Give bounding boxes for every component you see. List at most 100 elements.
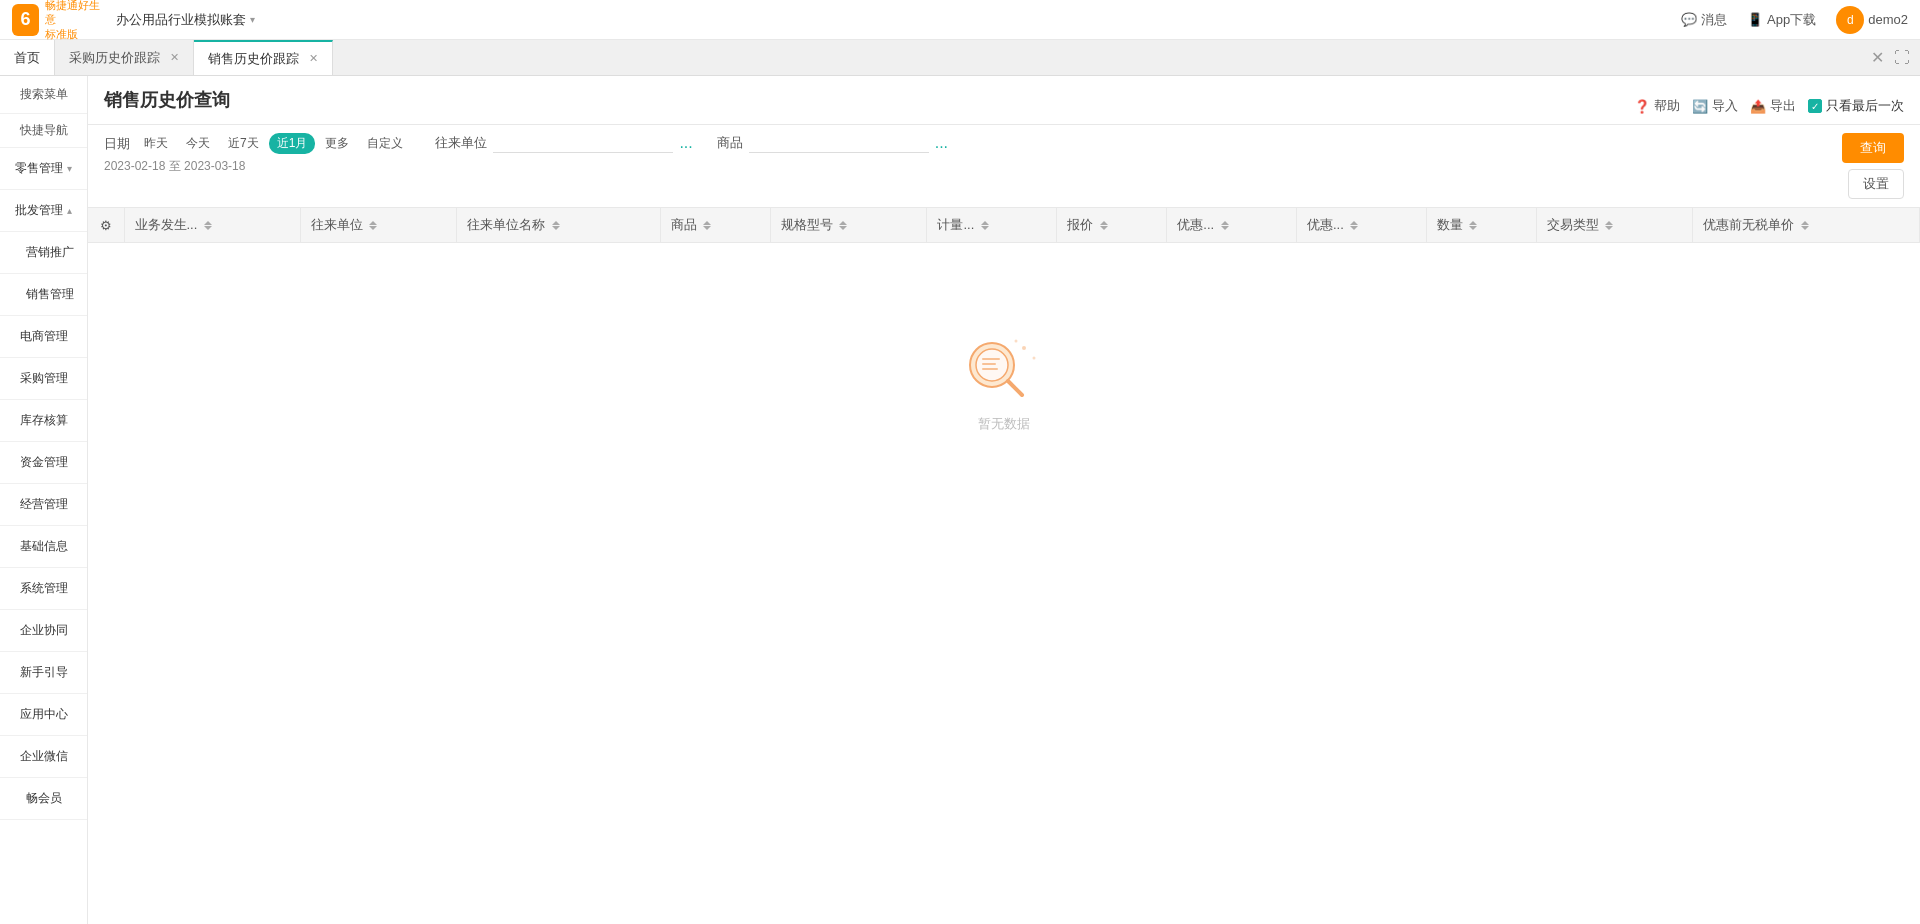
sidebar-item-operations[interactable]: 经营管理 [0, 484, 87, 526]
svg-rect-4 [982, 363, 996, 365]
date-btn-today[interactable]: 今天 [178, 133, 218, 154]
sidebar-item-ecommerce[interactable]: 电商管理 [0, 316, 87, 358]
th-discount1[interactable]: 优惠... [1167, 208, 1297, 243]
chevron-down-icon: ▾ [250, 14, 255, 25]
sort-icon [1100, 221, 1108, 230]
th-gear[interactable]: ⚙ [88, 208, 124, 243]
th-quote[interactable]: 报价 [1057, 208, 1167, 243]
export-btn[interactable]: 📤 导出 [1750, 97, 1796, 115]
date-btn-1month[interactable]: 近1月 [269, 133, 316, 154]
app-selector[interactable]: 办公用品行业模拟账套 ▾ [116, 11, 255, 29]
sidebar-item-inventory[interactable]: 库存核算 [0, 400, 87, 442]
svg-line-2 [1008, 381, 1022, 395]
tab-actions: ✕ ⛶ [1861, 40, 1920, 75]
sidebar-item-marketing[interactable]: 营销推广 [0, 232, 87, 274]
date-range-display: 2023-02-18 至 2023-03-18 [104, 158, 411, 175]
avatar: d [1836, 6, 1864, 34]
th-unit-name[interactable]: 往来单位名称 [457, 208, 660, 243]
sort-icon [839, 221, 847, 230]
user-menu[interactable]: d demo2 [1836, 6, 1908, 34]
maximize-icon[interactable]: ⛶ [1894, 49, 1910, 67]
sidebar-item-sales-mgmt[interactable]: 销售管理 [0, 274, 87, 316]
sort-icon [1605, 221, 1613, 230]
import-btn[interactable]: 🔄 导入 [1692, 97, 1738, 115]
close-tab-purchase[interactable]: ✕ [170, 51, 179, 64]
sort-icon [1350, 221, 1358, 230]
date-btn-yesterday[interactable]: 昨天 [136, 133, 176, 154]
date-buttons-row: 日期 昨天 今天 近7天 近1月 更多 自定义 [104, 133, 411, 154]
sidebar-item-member[interactable]: 畅会员 [0, 778, 87, 820]
page-title: 销售历史价查询 [104, 88, 230, 112]
close-tab-sales[interactable]: ✕ [309, 52, 318, 65]
query-button[interactable]: 查询 [1842, 133, 1904, 163]
tab-purchase-history[interactable]: 采购历史价跟踪 ✕ [55, 40, 194, 75]
sidebar-item-corp-wechat[interactable]: 企业微信 [0, 736, 87, 778]
goods-picker-btn[interactable]: ... [935, 134, 948, 152]
gear-icon: ⚙ [100, 218, 112, 233]
sidebar-item-app-center[interactable]: 应用中心 [0, 694, 87, 736]
sort-icon [1221, 221, 1229, 230]
close-window-icon[interactable]: ✕ [1871, 48, 1884, 67]
th-goods[interactable]: 商品 [660, 208, 770, 243]
table-container: ⚙ 业务发生... 往来单位 往来单位名称 [88, 208, 1920, 924]
sort-icon [369, 221, 377, 230]
tab-sales-history[interactable]: 销售历史价跟踪 ✕ [194, 40, 333, 75]
logo-area: 6 畅捷通好生意 标准版 [12, 0, 100, 41]
data-table: ⚙ 业务发生... 往来单位 往来单位名称 [88, 208, 1920, 243]
sidebar-item-enterprise[interactable]: 企业协同 [0, 610, 87, 652]
sidebar-search[interactable]: 搜索菜单 [0, 76, 87, 114]
message-icon: 💬 [1681, 12, 1697, 27]
svg-rect-5 [982, 368, 998, 370]
top-right: 💬 消息 📱 App下载 d demo2 [1681, 6, 1908, 34]
filter-inner: 日期 昨天 今天 近7天 近1月 更多 自定义 2023-02-18 至 202… [104, 133, 1818, 175]
th-unit-code[interactable]: 往来单位 [300, 208, 457, 243]
th-qty[interactable]: 数量 [1426, 208, 1536, 243]
date-btn-custom[interactable]: 自定义 [359, 133, 411, 154]
app-download-btn[interactable]: 📱 App下载 [1747, 11, 1816, 29]
help-btn[interactable]: ❓ 帮助 [1634, 97, 1680, 115]
only-last-checkbox[interactable]: 只看最后一次 [1808, 97, 1904, 115]
svg-point-6 [1022, 346, 1026, 350]
th-biz-date[interactable]: 业务发生... [124, 208, 300, 243]
goods-input[interactable] [749, 133, 929, 153]
empty-icon [954, 323, 1054, 403]
sidebar-item-purchase[interactable]: 采购管理 [0, 358, 87, 400]
unit-input[interactable] [493, 133, 673, 153]
help-icon: ❓ [1634, 99, 1650, 114]
date-btn-more[interactable]: 更多 [317, 133, 357, 154]
filter-row: 日期 昨天 今天 近7天 近1月 更多 自定义 2023-02-18 至 202… [88, 125, 1920, 208]
checkbox-icon [1808, 99, 1822, 113]
logo-icon: 6 [12, 4, 39, 36]
th-spec[interactable]: 规格型号 [770, 208, 927, 243]
page-tools: ❓ 帮助 🔄 导入 📤 导出 只看最后一次 [1634, 97, 1904, 115]
chevron-down-icon: ▾ [67, 163, 72, 174]
message-btn[interactable]: 💬 消息 [1681, 11, 1727, 29]
date-filter: 日期 昨天 今天 近7天 近1月 更多 自定义 2023-02-18 至 202… [104, 133, 411, 175]
th-trade-type[interactable]: 交易类型 [1536, 208, 1693, 243]
import-icon: 🔄 [1692, 99, 1708, 114]
th-unit-measure[interactable]: 计量... [927, 208, 1057, 243]
sort-icon [204, 221, 212, 230]
empty-state: 暂无数据 [88, 243, 1920, 513]
sidebar-item-finance[interactable]: 资金管理 [0, 442, 87, 484]
sidebar-item-wholesale[interactable]: 批发管理 ▴ [0, 190, 87, 232]
settings-button[interactable]: 设置 [1848, 169, 1904, 199]
sidebar-item-basic-info[interactable]: 基础信息 [0, 526, 87, 568]
unit-picker-btn[interactable]: ... [679, 134, 692, 152]
tab-spacer [333, 40, 1861, 75]
filter-actions: 查询 设置 [1842, 133, 1904, 199]
sidebar-item-system[interactable]: 系统管理 [0, 568, 87, 610]
sidebar: 搜索菜单 快捷导航 零售管理 ▾ 批发管理 ▴ 营销推广 销售管理 电商管理 采… [0, 76, 88, 924]
date-btn-7days[interactable]: 近7天 [220, 133, 267, 154]
th-discount2[interactable]: 优惠... [1296, 208, 1426, 243]
page-title-row: 销售历史价查询 ❓ 帮助 🔄 导入 📤 导出 [104, 88, 1904, 124]
sidebar-quick-nav[interactable]: 快捷导航 [0, 114, 87, 148]
th-pretax-price[interactable]: 优惠前无税单价 [1693, 208, 1920, 243]
tab-home[interactable]: 首页 [0, 40, 55, 75]
table-header-row: ⚙ 业务发生... 往来单位 往来单位名称 [88, 208, 1920, 243]
unit-filter: 往来单位 ... [435, 133, 692, 153]
svg-point-8 [1015, 340, 1018, 343]
sidebar-item-retail[interactable]: 零售管理 ▾ [0, 148, 87, 190]
sidebar-item-guide[interactable]: 新手引导 [0, 652, 87, 694]
main-layout: 搜索菜单 快捷导航 零售管理 ▾ 批发管理 ▴ 营销推广 销售管理 电商管理 采… [0, 76, 1920, 924]
